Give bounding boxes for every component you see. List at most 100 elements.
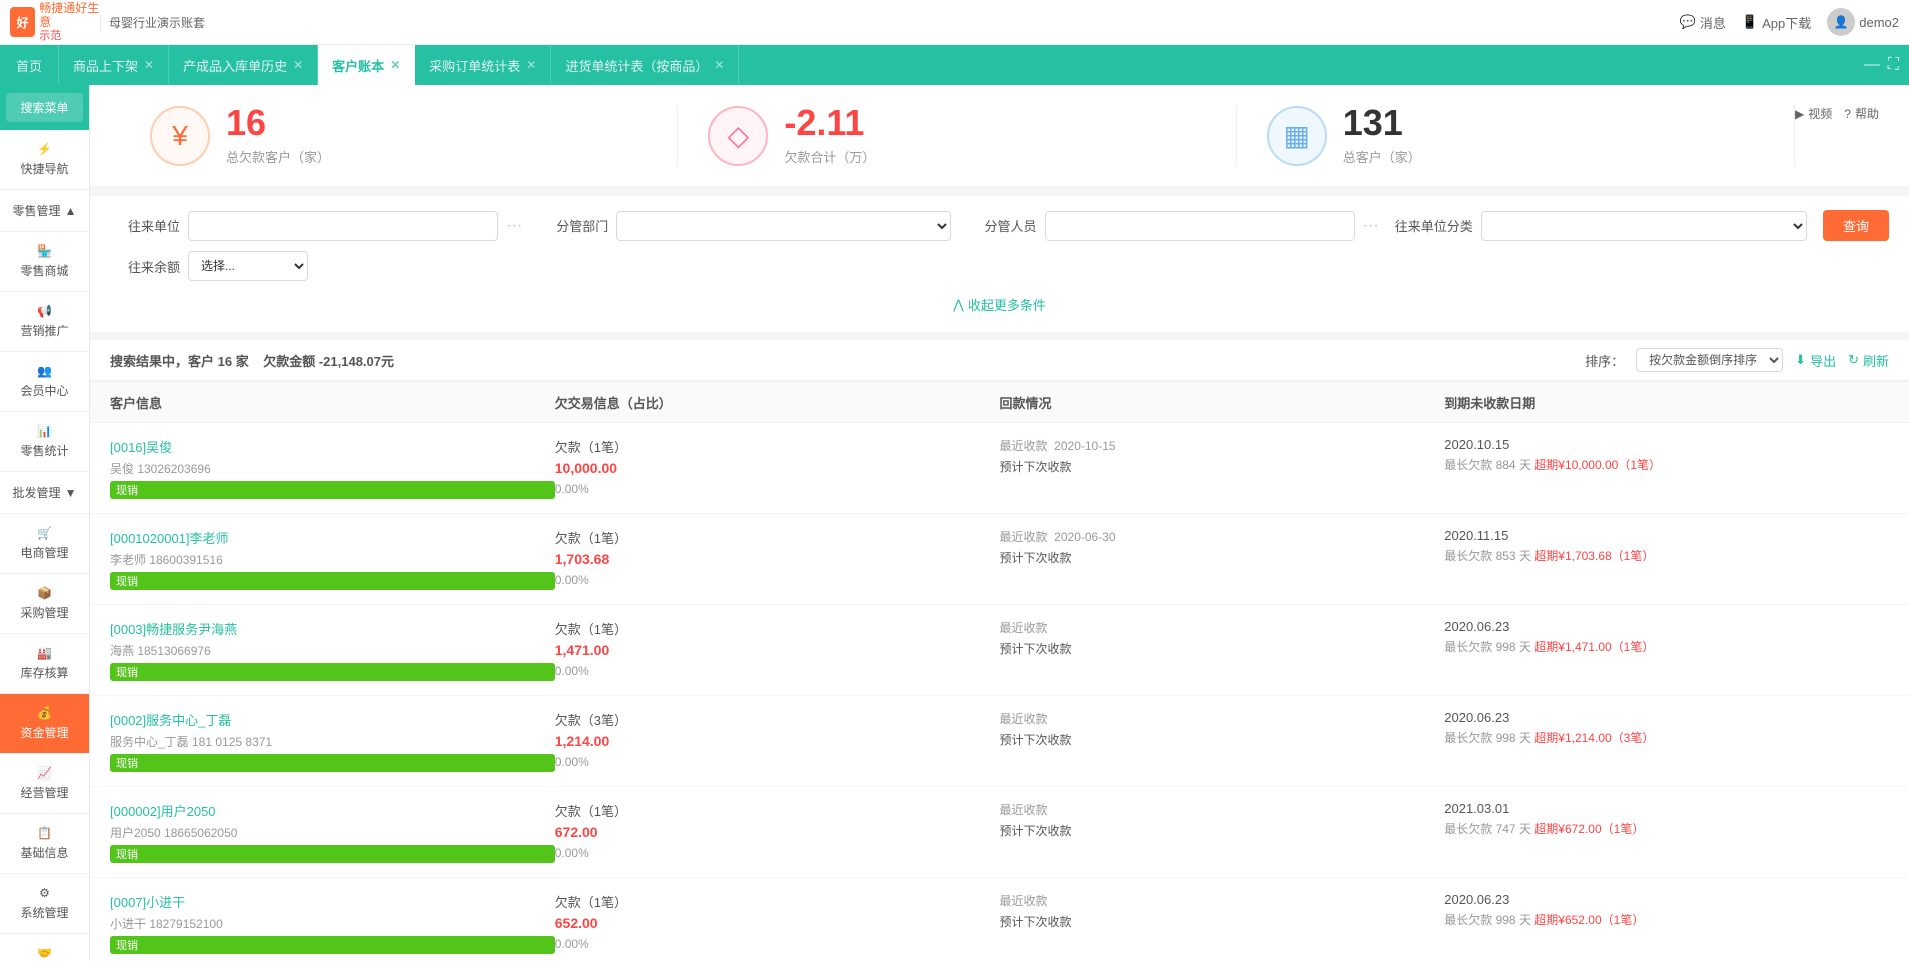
tab-purchase-order[interactable]: 采购订单统计表 ✕ bbox=[415, 45, 551, 85]
filter-dots-unit[interactable]: ··· bbox=[506, 217, 522, 235]
sidebar-item-purchase[interactable]: 📦 采购管理 bbox=[0, 574, 89, 634]
sidebar-item-capital[interactable]: 💰 资金管理 bbox=[0, 694, 89, 754]
filter-area: 往来单位 ··· 分管部门 分管人员 ··· bbox=[90, 196, 1909, 332]
debt-count-3: 欠款（3笔） bbox=[555, 710, 1000, 729]
overdue-link-0[interactable]: 超期¥10,000.00（1笔） bbox=[1534, 458, 1661, 472]
debt-percent-1: 0.00% bbox=[555, 573, 1000, 587]
filter-input-unit[interactable] bbox=[188, 211, 498, 241]
filter-select-balance[interactable]: 选择... bbox=[188, 251, 308, 281]
tab-close-purchase-stats[interactable]: ✕ bbox=[714, 58, 724, 72]
customer-name-2[interactable]: [0003]畅捷服务尹海燕 bbox=[110, 619, 555, 638]
tab-close-customer-account[interactable]: ✕ bbox=[390, 58, 400, 72]
debt-amount-3[interactable]: 1,214.00 bbox=[555, 733, 1000, 749]
col-header-overdue: 到期未收款日期 bbox=[1444, 393, 1889, 412]
filter-dots-person[interactable]: ··· bbox=[1363, 217, 1379, 235]
filter-select-dept[interactable] bbox=[616, 211, 950, 241]
repay-last-label-4: 最近收款 bbox=[1000, 801, 1445, 818]
store-select[interactable]: 母婴行业演示账套 bbox=[100, 14, 213, 31]
badge-5: 现销 bbox=[110, 936, 555, 954]
overdue-days-1: 最长欠款 853 天 超期¥1,703.68（1笔） bbox=[1444, 547, 1889, 564]
customer-name-3[interactable]: [0002]服务中心_丁磊 bbox=[110, 710, 555, 729]
tab-maximize-icon[interactable]: ⛶ bbox=[1888, 56, 1899, 74]
video-action[interactable]: ▶ 视频 bbox=[1795, 105, 1832, 122]
sidebar-item-ecommerce[interactable]: 🛒 电商管理 bbox=[0, 514, 89, 574]
filter-select-category[interactable] bbox=[1481, 211, 1807, 241]
stat-label-debt-customers: 总欠款客户（家） bbox=[226, 147, 647, 166]
cell-customer-2: [0003]畅捷服务尹海燕 海燕 18513066976 现销 bbox=[110, 619, 555, 681]
sidebar-item-marketing[interactable]: 📢 营销推广 bbox=[0, 292, 89, 352]
refresh-button[interactable]: ↻ 刷新 bbox=[1848, 351, 1889, 370]
sidebar-search-button[interactable]: 搜索菜单 bbox=[6, 93, 83, 122]
badge-0: 现销 bbox=[110, 481, 555, 499]
cell-customer-5: [0007]小进干 小进干 18279152100 现销 bbox=[110, 892, 555, 954]
export-button[interactable]: ⬇ 导出 bbox=[1795, 351, 1836, 370]
debt-amount-2[interactable]: 1,471.00 bbox=[555, 642, 1000, 658]
tab-close-product-history[interactable]: ✕ bbox=[293, 58, 303, 72]
sidebar-item-retail-stats[interactable]: 📊 零售统计 bbox=[0, 412, 89, 472]
avatar: 👤 bbox=[1827, 8, 1855, 36]
filter-label-unit: 往来单位 bbox=[110, 216, 180, 235]
overdue-link-4[interactable]: 超期¥672.00（1笔） bbox=[1534, 822, 1644, 836]
tab-purchase-stats[interactable]: 进货单统计表（按商品） ✕ bbox=[551, 45, 739, 85]
filter-actions: 查询 bbox=[1823, 210, 1889, 241]
sidebar-item-quick-nav[interactable]: ⚡ 快捷导航 bbox=[0, 130, 89, 190]
tab-close-product-shelf[interactable]: ✕ bbox=[144, 58, 154, 72]
quick-nav-icon: ⚡ bbox=[37, 142, 52, 156]
user-profile[interactable]: 👤 demo2 bbox=[1827, 8, 1899, 36]
filter-item-dept: 分管部门 bbox=[538, 211, 950, 241]
overdue-link-3[interactable]: 超期¥1,214.00（3笔） bbox=[1534, 731, 1654, 745]
help-action[interactable]: ? 帮助 bbox=[1844, 105, 1879, 122]
debt-count-5: 欠款（1笔） bbox=[555, 892, 1000, 911]
sidebar-item-operation[interactable]: 📈 经营管理 bbox=[0, 754, 89, 814]
badge-3: 现销 bbox=[110, 754, 555, 772]
customer-name-4[interactable]: [000002]用户2050 bbox=[110, 801, 555, 820]
stat-label-debt-total: 欠款合计（万） bbox=[784, 147, 1205, 166]
overdue-link-1[interactable]: 超期¥1,703.68（1笔） bbox=[1534, 549, 1654, 563]
overdue-link-2[interactable]: 超期¥1,471.00（1笔） bbox=[1534, 640, 1654, 654]
customer-name-1[interactable]: [0001020001]李老师 bbox=[110, 528, 555, 547]
repay-last-label-3: 最近收款 bbox=[1000, 710, 1445, 727]
sidebar-item-batch-mgmt[interactable]: 批发管理 ▼ bbox=[0, 472, 89, 514]
stat-right-actions: ▶ 视频 ? 帮助 bbox=[1795, 105, 1879, 122]
debt-amount-5[interactable]: 652.00 bbox=[555, 915, 1000, 931]
tab-product-history[interactable]: 产成品入库单历史 ✕ bbox=[169, 45, 318, 85]
debt-amount-0[interactable]: 10,000.00 bbox=[555, 460, 1000, 476]
collapse-button[interactable]: ⋀ 收起更多条件 bbox=[953, 295, 1046, 314]
tab-home[interactable]: 首页 bbox=[0, 45, 59, 85]
customer-name-5[interactable]: [0007]小进干 bbox=[110, 892, 555, 911]
filter-row-1: 往来单位 ··· 分管部门 分管人员 ··· bbox=[110, 210, 1889, 241]
filter-item-person: 分管人员 ··· bbox=[967, 211, 1379, 241]
tab-customer-account[interactable]: 客户账本 ✕ bbox=[318, 45, 415, 85]
sidebar-item-retail-mall[interactable]: 🏪 零售商城 bbox=[0, 232, 89, 292]
customer-name-0[interactable]: [0016]吴俊 bbox=[110, 437, 555, 456]
cell-overdue-2: 2020.06.23 最长欠款 998 天 超期¥1,471.00（1笔） bbox=[1444, 619, 1889, 655]
overdue-link-5[interactable]: 超期¥652.00（1笔） bbox=[1534, 913, 1644, 927]
app-download-button[interactable]: 📱 App下载 bbox=[1742, 13, 1811, 32]
retail-mall-icon: 🏪 bbox=[37, 244, 52, 258]
overdue-days-5: 最长欠款 998 天 超期¥652.00（1笔） bbox=[1444, 911, 1889, 928]
sidebar-item-member[interactable]: 👥 会员中心 bbox=[0, 352, 89, 412]
tab-product-shelf[interactable]: 商品上下架 ✕ bbox=[59, 45, 169, 85]
cell-customer-4: [000002]用户2050 用户2050 18665062050 现销 bbox=[110, 801, 555, 863]
sidebar-item-enterprise-collab[interactable]: 🤝 企业协同 bbox=[0, 934, 89, 961]
sidebar-item-inventory[interactable]: 🏭 库存核算 bbox=[0, 634, 89, 694]
tab-close-purchase-order[interactable]: ✕ bbox=[526, 58, 536, 72]
result-info: 搜索结果中，客户 16 家 欠款金额 -21,148.07元 bbox=[110, 351, 394, 370]
cell-repay-5: 最近收款 预计下次收款 bbox=[1000, 892, 1445, 930]
sort-select[interactable]: 按欠款金额倒序排序 bbox=[1636, 348, 1783, 372]
stat-value-total-customers: 131 bbox=[1343, 105, 1764, 141]
debt-count-4: 欠款（1笔） bbox=[555, 801, 1000, 820]
result-bar: 搜索结果中，客户 16 家 欠款金额 -21,148.07元 排序： 按欠款金额… bbox=[90, 340, 1909, 381]
sidebar-item-basic-info[interactable]: 📋 基础信息 bbox=[0, 814, 89, 874]
debt-amount-1[interactable]: 1,703.68 bbox=[555, 551, 1000, 567]
debt-amount-4[interactable]: 672.00 bbox=[555, 824, 1000, 840]
sidebar-item-system[interactable]: ⚙ 系统管理 bbox=[0, 874, 89, 934]
message-button[interactable]: 💬 消息 bbox=[1680, 13, 1726, 32]
collapse-row: ⋀ 收起更多条件 bbox=[110, 291, 1889, 318]
filter-input-person[interactable] bbox=[1045, 211, 1355, 241]
chevron-down-icon-2: ▼ bbox=[65, 486, 77, 500]
sidebar-item-retail-mgmt[interactable]: 零售管理 ▲ bbox=[0, 190, 89, 232]
search-button[interactable]: 查询 bbox=[1823, 210, 1889, 241]
refresh-icon: ↻ bbox=[1848, 352, 1859, 368]
tab-minimize-icon[interactable]: — bbox=[1864, 56, 1880, 74]
